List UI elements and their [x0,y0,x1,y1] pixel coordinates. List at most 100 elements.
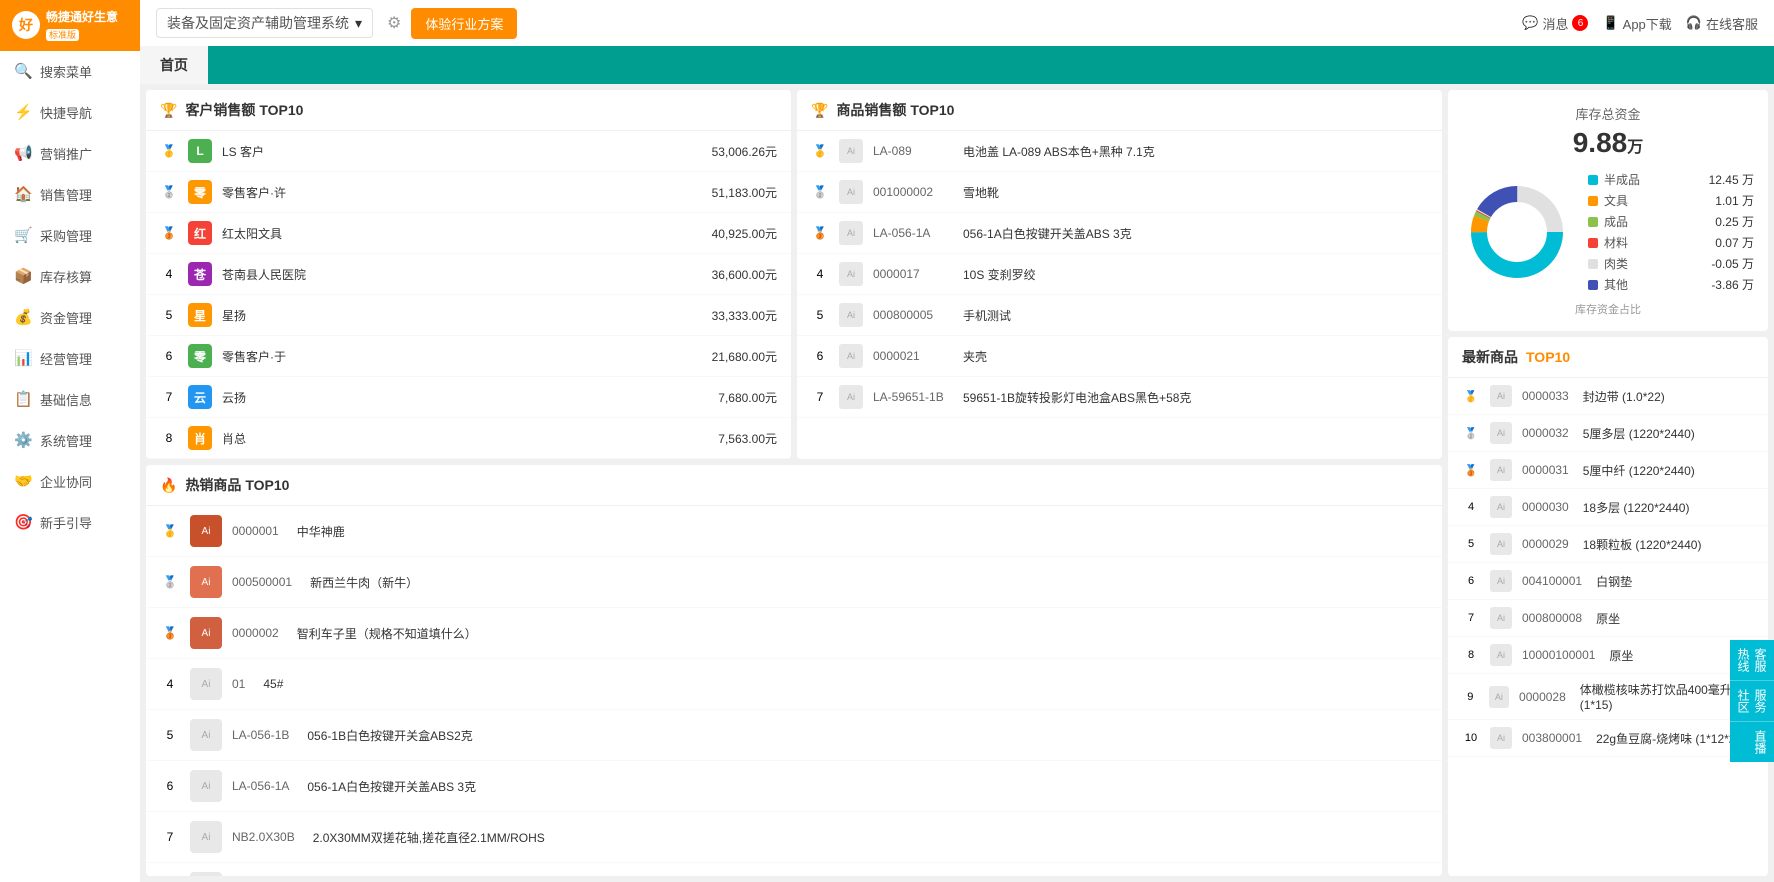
newest-code: 0000028 [1519,690,1566,704]
main-area: 装备及固定资产辅助管理系统 ▾ ⚙ 体验行业方案 💬 消息 6 📱 App下载 … [140,0,1774,882]
customer-ranking-title: 客户销售额 TOP10 [185,100,303,120]
hot-name: 056-1A白色按键开关盖ABS 3克 [307,778,476,795]
newest-thumb: Ai [1490,385,1512,407]
basic-info-icon: 📋 [14,390,32,408]
float-buttons: 客服热线 服务社区 直播 [1730,640,1774,762]
newest-thumb: Ai [1490,607,1512,629]
float-btn-community[interactable]: 服务社区 [1730,681,1774,722]
hot-thumb: Ai [190,515,222,547]
hot-name: 2.0X30MM双搓花轴,搓花直径2.1MM/ROHS [313,829,545,846]
headset-icon: 🎧 [1686,15,1702,31]
customer-ranking-header: 🏆 客户销售额 TOP10 [146,90,791,131]
legend-dot [1588,217,1598,227]
newest-name: 原坐 [1596,610,1620,627]
legend-label: 其他 [1604,276,1705,293]
customer-amount: 21,680.00元 [712,348,777,365]
hot-code: LA-056-1A [232,779,289,793]
newest-product-item: 🥈 Ai 0000032 5厘多层 (1220*2440) [1448,415,1768,452]
newest-code: 0000033 [1522,389,1569,403]
message-badge: 6 [1572,15,1588,31]
hot-thumb: Ai [190,872,222,876]
hot-code: NB2.0X30B [232,830,295,844]
sidebar-item-basic-info[interactable]: 📋 基础信息 [0,379,140,420]
sidebar-item-marketing[interactable]: 📢 营销推广 [0,133,140,174]
topbar: 装备及固定资产辅助管理系统 ▾ ⚙ 体验行业方案 💬 消息 6 📱 App下载 … [140,0,1774,46]
legend-value: 12.45 万 [1709,171,1754,188]
hot-rank-num: 🥇 [160,524,180,538]
newest-thumb: Ai [1490,459,1512,481]
newest-code: 0000029 [1522,537,1569,551]
sidebar-item-purchase[interactable]: 🛒 采购管理 [0,215,140,256]
customer-name: 零售客户·许 [222,184,702,201]
product-sales-ranking-card: 🏆 商品销售额 TOP10 🥇 Ai LA-089 电池盖 LA-089 ABS… [797,90,1442,459]
customer-avatar: 零 [188,344,212,368]
hot-thumb: Ai [190,821,222,853]
customer-amount: 51,183.00元 [712,184,777,201]
newest-product-item: 8 Ai 10000100001 原坐 [1448,637,1768,674]
newest-rank-num: 4 [1462,501,1480,513]
newest-thumb: Ai [1490,533,1512,555]
product-rank-num: 5 [811,308,829,322]
product-thumb: Ai [839,221,863,245]
settings-gear-icon[interactable]: ⚙ [387,13,401,33]
customer-avatar: 红 [188,221,212,245]
product-name: 10S 变刹罗绞 [963,266,1036,283]
tab-home[interactable]: 首页 [140,46,208,84]
newest-code: 10000100001 [1522,648,1595,662]
customer-name: 零售客户·于 [222,348,702,365]
float-btn-service[interactable]: 客服热线 [1730,640,1774,681]
legend-dot [1588,280,1598,290]
customer-rank-item: 6 零 零售客户·于 21,680.00元 [146,336,791,377]
sidebar-item-finance[interactable]: 💰 资金管理 [0,297,140,338]
customer-avatar: L [188,139,212,163]
message-button[interactable]: 💬 消息 6 [1522,14,1588,33]
product-rank-num: 🥉 [811,226,829,240]
sidebar-item-guide[interactable]: 🎯 新手引导 [0,502,140,543]
product-code: 0000021 [873,349,953,363]
product-name: 59651-1B旋转投影灯电池盒ABS黑色+58克 [963,389,1191,406]
online-service-button[interactable]: 🎧 在线客服 [1686,14,1758,33]
newest-product-item: 4 Ai 0000030 18多层 (1220*2440) [1448,489,1768,526]
customer-amount: 53,006.26元 [712,143,777,160]
purchase-icon: 🛒 [14,226,32,244]
hot-name: 中华神鹿 [297,523,345,540]
sidebar-item-operations[interactable]: 📊 经营管理 [0,338,140,379]
customer-amount: 36,600.00元 [712,266,777,283]
sidebar-item-quicknav[interactable]: ⚡ 快捷导航 [0,92,140,133]
product-sales-item: 5 Ai 000800005 手机测试 [797,295,1442,336]
sidebar-item-system[interactable]: ⚙️ 系统管理 [0,420,140,461]
try-industry-button[interactable]: 体验行业方案 [411,8,517,39]
legend-value: 1.01 万 [1715,192,1754,209]
customer-avatar: 肖 [188,426,212,450]
newest-rank-num: 6 [1462,575,1480,587]
rank-number: 7 [160,390,178,404]
hot-thumb: Ai [190,566,222,598]
hot-product-item: 🥈 Ai 000500001 新西兰牛肉（新牛） [146,557,1442,608]
newest-thumb: Ai [1490,570,1512,592]
newest-thumb: Ai [1490,422,1512,444]
product-sales-header: 🏆 商品销售额 TOP10 [797,90,1442,131]
newest-product-item: 7 Ai 000800008 原坐 [1448,600,1768,637]
sidebar: 好 畅捷通好生意 标准版 🔍 搜索菜单 ⚡ 快捷导航 📢 营销推广 🏠 销售管理… [0,0,140,882]
float-btn-live[interactable]: 直播 [1730,722,1774,762]
product-code: LA-089 [873,144,953,158]
sidebar-item-search[interactable]: 🔍 搜索菜单 [0,51,140,92]
sidebar-item-inventory[interactable]: 📦 库存核算 [0,256,140,297]
newest-rank-num: 7 [1462,612,1480,624]
customer-rank-item: 8 肖 肖总 7,563.00元 [146,418,791,459]
right-panel: 库存总资金 9.88万 [1448,90,1768,876]
stock-total-label: 库存总资金 [1462,104,1754,123]
sidebar-item-enterprise[interactable]: 🤝 企业协同 [0,461,140,502]
newest-name: 原坐 [1609,647,1633,664]
sidebar-item-sales[interactable]: 🏠 销售管理 [0,174,140,215]
product-name: 056-1A白色按键开关盖ABS 3克 [963,225,1132,242]
topbar-right: 💬 消息 6 📱 App下载 🎧 在线客服 [1522,14,1758,33]
newest-products-header: 最新商品 TOP10 [1448,337,1768,378]
hot-code: 0000002 [232,626,279,640]
app-download-button[interactable]: 📱 App下载 [1602,14,1671,33]
product-sales-item: 6 Ai 0000021 夹壳 [797,336,1442,377]
hot-thumb: Ai [190,668,222,700]
legend-value: 0.25 万 [1715,213,1754,230]
product-code: LA-59651-1B [873,390,953,404]
system-title-selector[interactable]: 装备及固定资产辅助管理系统 ▾ [156,8,373,38]
